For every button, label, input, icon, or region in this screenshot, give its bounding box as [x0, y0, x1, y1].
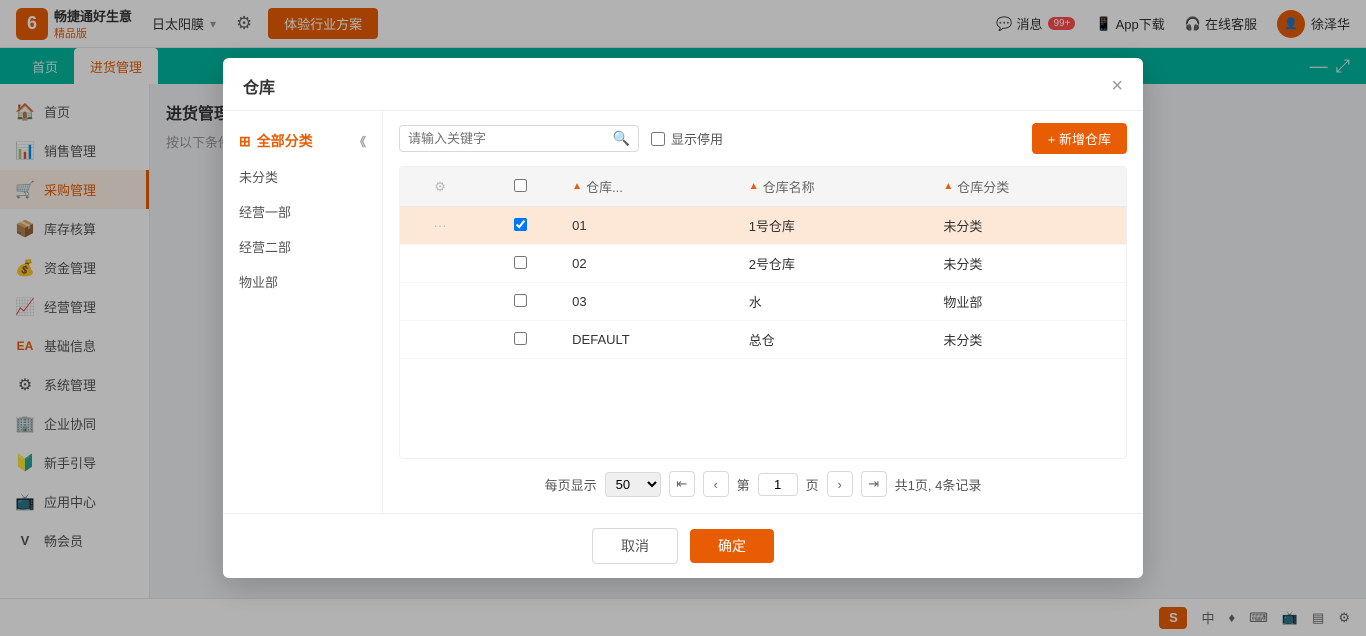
- row-category: 未分类: [931, 321, 1126, 359]
- modal-title: 仓库: [243, 74, 275, 98]
- pagination: 每页显示 50 20 100 ⇤ ‹ 第 页 › ⇥ 共1页, 4条记录: [399, 459, 1127, 501]
- search-input[interactable]: [408, 131, 613, 146]
- show-disabled-wrap: 显示停用: [651, 129, 723, 148]
- col-checkbox: [480, 167, 560, 207]
- row-checkbox-cell: [480, 207, 560, 245]
- add-warehouse-button[interactable]: + 新增仓库: [1032, 123, 1127, 154]
- modal-header: 仓库 ×: [223, 58, 1143, 111]
- table-row[interactable]: 03 水 物业部: [400, 283, 1126, 321]
- gear-icon: ⚙: [434, 179, 446, 194]
- search-icon: 🔍: [613, 130, 630, 147]
- grid-icon: ⊞: [239, 133, 251, 150]
- modal-body: ⊞ 全部分类 《 未分类 经营一部 经营二部 物业部 🔍: [223, 111, 1143, 513]
- row-checkbox-cell: [480, 283, 560, 321]
- search-bar: 🔍 显示停用 + 新增仓库: [399, 123, 1127, 154]
- row-name: 水: [737, 283, 932, 321]
- row-gear-cell: [400, 245, 480, 283]
- sort-icon-name: ▲: [749, 181, 759, 192]
- confirm-button[interactable]: 确定: [690, 529, 774, 563]
- col-gear: ⚙: [400, 167, 480, 207]
- row-name: 总仓: [737, 321, 932, 359]
- col-name: ▲仓库名称: [737, 167, 932, 207]
- col-category: ▲仓库分类: [931, 167, 1126, 207]
- table-body: ··· 01 1号仓库 未分类 02 2号仓库 未分类 03 水 物业部 DEF…: [400, 207, 1126, 359]
- category-property[interactable]: 物业部: [223, 264, 382, 299]
- table-header-row: ⚙ ▲仓库... ▲仓库名称 ▲仓库分类: [400, 167, 1126, 207]
- last-page-button[interactable]: ⇥: [861, 471, 887, 497]
- row-gear-cell: ···: [400, 207, 480, 245]
- category-operations-2[interactable]: 经营二部: [223, 229, 382, 264]
- row-name: 2号仓库: [737, 245, 932, 283]
- row-category: 未分类: [931, 245, 1126, 283]
- table-row[interactable]: 02 2号仓库 未分类: [400, 245, 1126, 283]
- table-row[interactable]: DEFAULT 总仓 未分类: [400, 321, 1126, 359]
- select-all-checkbox[interactable]: [514, 179, 527, 192]
- row-name: 1号仓库: [737, 207, 932, 245]
- show-disabled-checkbox[interactable]: [651, 132, 665, 146]
- row-checkbox-cell: [480, 245, 560, 283]
- sort-icon: ▲: [572, 181, 582, 192]
- warehouse-list-panel: 🔍 显示停用 + 新增仓库 ⚙: [383, 111, 1143, 513]
- modal-footer: 取消 确定: [223, 513, 1143, 578]
- row-code: 02: [560, 245, 737, 283]
- more-icon[interactable]: ···: [434, 218, 447, 233]
- collapse-icon[interactable]: 《: [354, 133, 366, 150]
- row-code: 01: [560, 207, 737, 245]
- row-category: 物业部: [931, 283, 1126, 321]
- search-input-wrap: 🔍: [399, 125, 639, 152]
- category-panel: ⊞ 全部分类 《 未分类 经营一部 经营二部 物业部: [223, 111, 383, 513]
- col-code: ▲仓库...: [560, 167, 737, 207]
- row-checkbox[interactable]: [514, 332, 527, 345]
- row-checkbox[interactable]: [514, 256, 527, 269]
- prev-page-button[interactable]: ‹: [703, 471, 729, 497]
- sort-icon-cat: ▲: [943, 181, 953, 192]
- modal-close-button[interactable]: ×: [1111, 76, 1123, 96]
- row-category: 未分类: [931, 207, 1126, 245]
- row-checkbox[interactable]: [514, 294, 527, 307]
- modal-overlay: 仓库 × ⊞ 全部分类 《 未分类 经营一部 经营二部 物业部: [0, 0, 1366, 636]
- first-page-button[interactable]: ⇤: [669, 471, 695, 497]
- row-checkbox-cell: [480, 321, 560, 359]
- row-checkbox[interactable]: [514, 218, 527, 231]
- row-gear-cell: [400, 321, 480, 359]
- page-number-input[interactable]: [758, 473, 798, 496]
- row-code: 03: [560, 283, 737, 321]
- per-page-select[interactable]: 50 20 100: [605, 472, 661, 497]
- all-categories-header[interactable]: ⊞ 全部分类 《: [223, 123, 382, 159]
- warehouse-table: ⚙ ▲仓库... ▲仓库名称 ▲仓库分类: [400, 167, 1126, 359]
- next-page-button[interactable]: ›: [827, 471, 853, 497]
- row-gear-cell: [400, 283, 480, 321]
- row-code: DEFAULT: [560, 321, 737, 359]
- category-unclassified[interactable]: 未分类: [223, 159, 382, 194]
- warehouse-table-wrap: ⚙ ▲仓库... ▲仓库名称 ▲仓库分类: [399, 166, 1127, 459]
- table-row[interactable]: ··· 01 1号仓库 未分类: [400, 207, 1126, 245]
- cancel-button[interactable]: 取消: [592, 528, 678, 564]
- category-operations-1[interactable]: 经营一部: [223, 194, 382, 229]
- warehouse-modal: 仓库 × ⊞ 全部分类 《 未分类 经营一部 经营二部 物业部: [223, 58, 1143, 578]
